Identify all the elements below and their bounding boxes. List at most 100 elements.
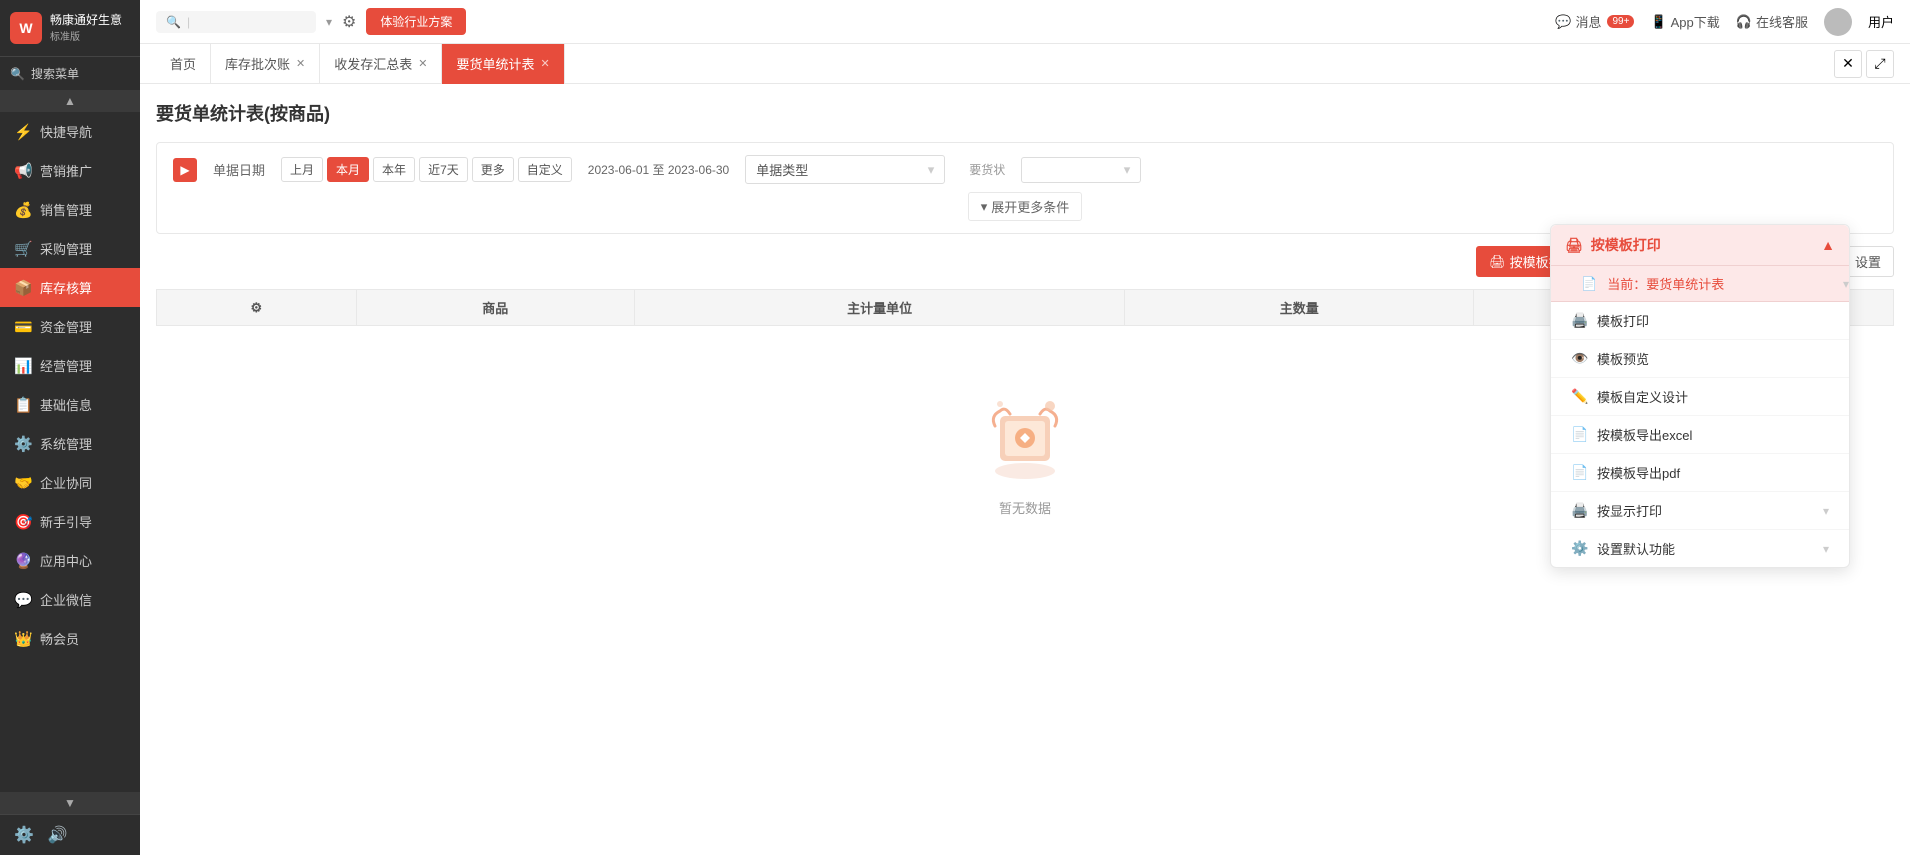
filter-area: ▶ 单据日期 上月 本月 本年 近7天 更多 自定义 2023-06-01 至 …	[156, 142, 1894, 234]
sidebar-item-collab[interactable]: 🤝 企业协同	[0, 463, 140, 502]
expand-more-button[interactable]: ▾ 展开更多条件	[968, 192, 1083, 221]
message-button[interactable]: 💬 消息 99+	[1555, 12, 1634, 31]
sidebar-logo: W 畅康通好生意 标准版	[0, 0, 140, 57]
sidebar-label-basic: 基础信息	[40, 395, 92, 414]
sidebar-item-marketing[interactable]: 📢 营销推广	[0, 151, 140, 190]
topbar-right: 💬 消息 99+ 📱 App下载 🎧 在线客服 用户	[1555, 8, 1894, 36]
page-title: 要货单统计表(按商品)	[156, 100, 1894, 126]
scroll-down-button[interactable]: ▼	[0, 792, 140, 814]
tab-receipt-summary[interactable]: 收发存汇总表 ✕	[320, 44, 442, 84]
date-filter-label: 单据日期	[213, 160, 265, 179]
main-area: 🔍 | ▾ ⚙ 体验行业方案 💬 消息 99+ 📱 App下载 🎧 在线客服 用…	[140, 0, 1910, 855]
sidebar-item-purchase[interactable]: 🛒 采购管理	[0, 229, 140, 268]
dropdown-item-template-custom[interactable]: ✏️ 模板自定义设计	[1551, 378, 1849, 416]
sidebar-item-inventory[interactable]: 📦 库存核算	[0, 268, 140, 307]
sidebar-item-sales[interactable]: 💰 销售管理	[0, 190, 140, 229]
topbar-chevron-icon[interactable]: ▾	[326, 15, 332, 29]
sidebar-item-wechat[interactable]: 💬 企业微信	[0, 580, 140, 619]
current-month-btn[interactable]: 本月	[327, 157, 369, 182]
expand-row: ▾ 展开更多条件	[173, 192, 1877, 221]
tabbar-right: ✕ ⤢	[1834, 50, 1894, 78]
sidebar-label-purchase: 采购管理	[40, 239, 92, 258]
sidebar-search[interactable]: 🔍 搜索菜单	[0, 57, 140, 90]
system-icon: ⚙️	[14, 435, 32, 453]
close-order-stats-icon[interactable]: ✕	[541, 57, 550, 70]
print-icon: 🖨	[1489, 254, 1506, 270]
topbar-gear-icon[interactable]: ⚙	[342, 12, 356, 32]
sidebar-item-finance[interactable]: 💳 资金管理	[0, 307, 140, 346]
trial-button[interactable]: 体验行业方案	[366, 8, 466, 35]
message-badge: 99+	[1607, 15, 1634, 28]
sidebar-label-member: 畅会员	[40, 629, 79, 648]
sidebar: W 畅康通好生意 标准版 🔍 搜索菜单 ▲ ⚡ 快捷导航 📢 营销推广 💰 销售…	[0, 0, 140, 855]
close-inventory-batch-icon[interactable]: ✕	[296, 57, 305, 70]
sidebar-item-member[interactable]: 👑 畅会员	[0, 619, 140, 658]
dropdown-current-template[interactable]: 📄 当前：要货单统计表 ▾	[1551, 266, 1849, 302]
template-preview-label: 模板预览	[1597, 349, 1649, 368]
sidebar-item-quick-nav[interactable]: ⚡ 快捷导航	[0, 112, 140, 151]
member-icon: 👑	[14, 630, 32, 648]
dropdown-item-display-print[interactable]: 🖨️ 按显示打印 ▾	[1551, 492, 1849, 530]
tab-maximize-button[interactable]: ⤢	[1866, 50, 1894, 78]
template-pdf-label: 按模板导出pdf	[1597, 463, 1680, 482]
online-service-button[interactable]: 🎧 在线客服	[1736, 12, 1808, 31]
sidebar-item-basic[interactable]: 📋 基础信息	[0, 385, 140, 424]
sidebar-item-guide[interactable]: 🎯 新手引导	[0, 502, 140, 541]
last-7-days-btn[interactable]: 近7天	[419, 157, 468, 182]
close-receipt-summary-icon[interactable]: ✕	[418, 57, 427, 70]
settings-footer-icon[interactable]: ⚙️	[14, 825, 34, 845]
type-select-chevron-icon: ▾	[928, 162, 935, 178]
receipt-summary-tab-label: 收发存汇总表	[334, 54, 412, 73]
current-year-btn[interactable]: 本年	[373, 157, 415, 182]
dropdown-item-template-excel[interactable]: 📄 按模板导出excel	[1551, 416, 1849, 454]
appstore-icon: 🔮	[14, 552, 32, 570]
print-dropdown-icon: 🖨	[1565, 237, 1583, 254]
headset-icon: 🎧	[1736, 14, 1752, 30]
tab-close-button[interactable]: ✕	[1834, 50, 1862, 78]
dropdown-item-set-default[interactable]: ⚙️ 设置默认功能 ▾	[1551, 530, 1849, 567]
sidebar-item-operation[interactable]: 📊 经营管理	[0, 346, 140, 385]
order-status-select[interactable]: ▾	[1021, 157, 1141, 183]
sidebar-label-marketing: 营销推广	[40, 161, 92, 180]
tab-home[interactable]: 首页	[156, 44, 211, 84]
topbar-search-icon: 🔍	[166, 15, 181, 29]
collab-icon: 🤝	[14, 474, 32, 492]
tabbar: 首页 库存批次账 ✕ 收发存汇总表 ✕ 要货单统计表 ✕ ✕ ⤢	[140, 44, 1910, 84]
inventory-batch-tab-label: 库存批次账	[225, 54, 290, 73]
app-download-button[interactable]: 📱 App下载	[1650, 12, 1719, 31]
marketing-icon: 📢	[14, 162, 32, 180]
custom-date-btn[interactable]: 自定义	[518, 157, 572, 182]
dropdown-item-template-pdf[interactable]: 📄 按模板导出pdf	[1551, 454, 1849, 492]
more-date-btn[interactable]: 更多	[472, 157, 514, 182]
search-icon: 🔍	[10, 67, 25, 81]
sidebar-item-appstore[interactable]: 🔮 应用中心	[0, 541, 140, 580]
type-select[interactable]: 单据类型 ▾	[745, 155, 945, 184]
print-dropdown: 🖨 按模板打印 ▲ 📄 当前：要货单统计表 ▾ 🖨️ 模板打印 👁️ 模板预览	[1550, 224, 1850, 568]
search-label: 搜索菜单	[31, 65, 79, 82]
dropdown-chevron-icon[interactable]: ▲	[1821, 237, 1835, 253]
sidebar-label-collab: 企业协同	[40, 473, 92, 492]
sidebar-item-system[interactable]: ⚙️ 系统管理	[0, 424, 140, 463]
tab-order-stats[interactable]: 要货单统计表 ✕	[442, 44, 564, 84]
current-template-arrow-icon: ▾	[1843, 277, 1849, 291]
table-header-settings[interactable]: ⚙	[157, 290, 357, 326]
tab-inventory-batch[interactable]: 库存批次账 ✕	[211, 44, 320, 84]
current-template-label: 当前：要货单统计表	[1607, 274, 1724, 293]
avatar[interactable]	[1824, 8, 1852, 36]
scroll-up-button[interactable]: ▲	[0, 90, 140, 112]
last-month-btn[interactable]: 上月	[281, 157, 323, 182]
topbar-search[interactable]: 🔍 |	[156, 11, 316, 33]
display-print-label: 按显示打印	[1597, 501, 1662, 520]
page-content: 要货单统计表(按商品) ▶ 单据日期 上月 本月 本年 近7天 更多 自定义 2…	[140, 84, 1910, 855]
date-buttons: 上月 本月 本年 近7天 更多 自定义	[281, 157, 572, 182]
dropdown-item-template-preview[interactable]: 👁️ 模板预览	[1551, 340, 1849, 378]
dropdown-item-template-print[interactable]: 🖨️ 模板打印	[1551, 302, 1849, 340]
app-badge: 标准版	[50, 28, 122, 43]
sidebar-label-quick-nav: 快捷导航	[40, 122, 92, 141]
template-pdf-icon: 📄	[1571, 464, 1587, 481]
operation-icon: 📊	[14, 357, 32, 375]
expand-arrow-button[interactable]: ▶	[173, 158, 197, 182]
sound-icon[interactable]: 🔊	[48, 825, 68, 845]
template-custom-label: 模板自定义设计	[1597, 387, 1688, 406]
home-tab-label: 首页	[170, 54, 196, 73]
